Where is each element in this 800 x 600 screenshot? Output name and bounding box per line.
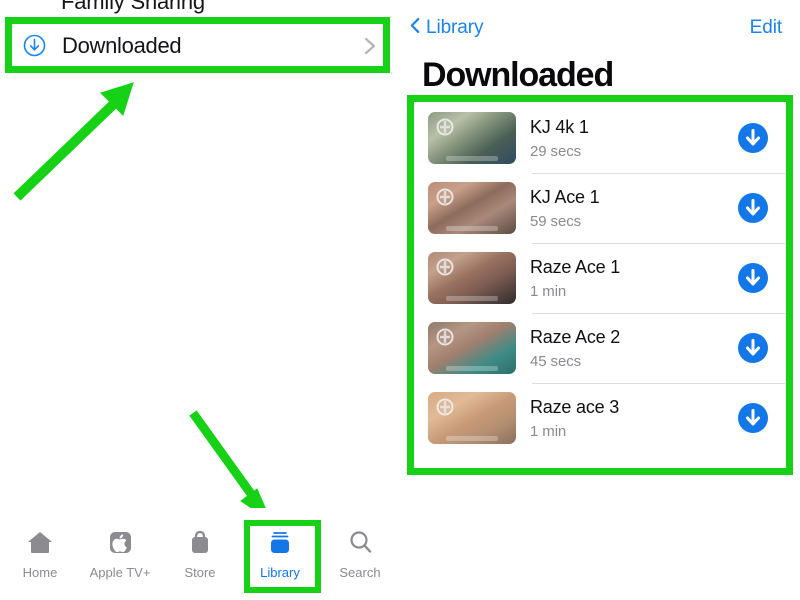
- home-icon: [25, 526, 55, 558]
- list-item-title: KJ Ace 1: [530, 186, 600, 207]
- watermark-icon: [436, 118, 454, 136]
- download-arrow-icon[interactable]: [738, 263, 768, 293]
- annotation-box-downloaded: [5, 17, 390, 73]
- tab-search-label: Search: [339, 565, 381, 580]
- watermark-icon: [436, 188, 454, 206]
- back-label: Library: [426, 17, 484, 38]
- video-thumbnail: [428, 322, 516, 374]
- list-item-text: Raze Ace 1 1 min: [530, 257, 738, 300]
- page-title: Downloaded: [422, 56, 614, 94]
- edit-button[interactable]: Edit: [750, 17, 782, 39]
- watermark-icon: [436, 258, 454, 276]
- tab-home[interactable]: Home: [0, 526, 80, 580]
- list-item-text: KJ 4k 1 29 secs: [530, 117, 738, 160]
- appletv-icon: [105, 526, 135, 558]
- chevron-left-icon: [410, 16, 421, 40]
- search-icon: [345, 526, 375, 558]
- list-item[interactable]: Raze ace 3 1 min: [415, 383, 785, 453]
- downloads-list: KJ 4k 1 29 secs KJ Ace 1 59 secs Raze Ac…: [407, 95, 793, 475]
- list-item[interactable]: Raze Ace 2 45 secs: [415, 313, 785, 383]
- annotation-arrow-to-downloaded: [5, 75, 145, 205]
- back-to-library-button[interactable]: Library: [410, 16, 483, 40]
- thumbnail-hud: [445, 366, 499, 371]
- family-sharing-label: Family Sharing: [61, 0, 205, 14]
- thumbnail-hud: [445, 296, 499, 301]
- thumbnail-hud: [445, 226, 499, 231]
- list-item-duration: 59 secs: [530, 212, 581, 230]
- list-item-text: Raze ace 3 1 min: [530, 397, 738, 440]
- list-item-title: Raze ace 3: [530, 396, 620, 417]
- tab-home-label: Home: [22, 565, 58, 580]
- list-item-text: Raze Ace 2 45 secs: [530, 327, 738, 370]
- tab-apple-tv-plus-label: Apple TV+: [89, 565, 151, 580]
- tab-search[interactable]: Search: [320, 526, 400, 580]
- list-item-title: Raze Ace 1: [530, 256, 621, 277]
- video-thumbnail: [428, 392, 516, 444]
- thumbnail-hud: [445, 436, 499, 441]
- library-settings-panel: Family Sharing Downloaded Home Apple TV+…: [0, 0, 400, 600]
- list-item-duration: 29 secs: [530, 142, 581, 160]
- family-sharing-icon: [24, 0, 45, 11]
- annotation-arrow-to-library: [185, 405, 295, 525]
- tab-bar: Home Apple TV+ Store Library Search: [0, 508, 400, 600]
- video-thumbnail: [428, 112, 516, 164]
- watermark-icon: [436, 398, 454, 416]
- bag-icon: [185, 526, 215, 558]
- tab-apple-tv-plus[interactable]: Apple TV+: [80, 526, 160, 580]
- list-item-title: Raze Ace 2: [530, 326, 621, 347]
- video-thumbnail: [428, 252, 516, 304]
- list-item-text: KJ Ace 1 59 secs: [530, 187, 738, 230]
- list-item-family-sharing[interactable]: Family Sharing: [0, 0, 400, 18]
- watermark-icon: [436, 328, 454, 346]
- tab-store[interactable]: Store: [160, 526, 240, 580]
- list-item-duration: 1 min: [530, 422, 567, 440]
- download-arrow-icon[interactable]: [738, 333, 768, 363]
- list-item-title: KJ 4k 1: [530, 116, 589, 137]
- list-item[interactable]: KJ 4k 1 29 secs: [415, 103, 785, 173]
- video-thumbnail: [428, 182, 516, 234]
- list-item[interactable]: KJ Ace 1 59 secs: [415, 173, 785, 243]
- list-item[interactable]: Raze Ace 1 1 min: [415, 243, 785, 313]
- thumbnail-hud: [445, 156, 499, 161]
- list-item-duration: 1 min: [530, 282, 567, 300]
- download-arrow-icon[interactable]: [738, 403, 768, 433]
- list-item-duration: 45 secs: [530, 352, 581, 370]
- download-arrow-icon[interactable]: [738, 193, 768, 223]
- annotation-box-library-tab: [244, 520, 321, 593]
- navigation-bar: Library Edit: [400, 12, 800, 44]
- tab-store-label: Store: [184, 565, 216, 580]
- download-arrow-icon[interactable]: [738, 123, 768, 153]
